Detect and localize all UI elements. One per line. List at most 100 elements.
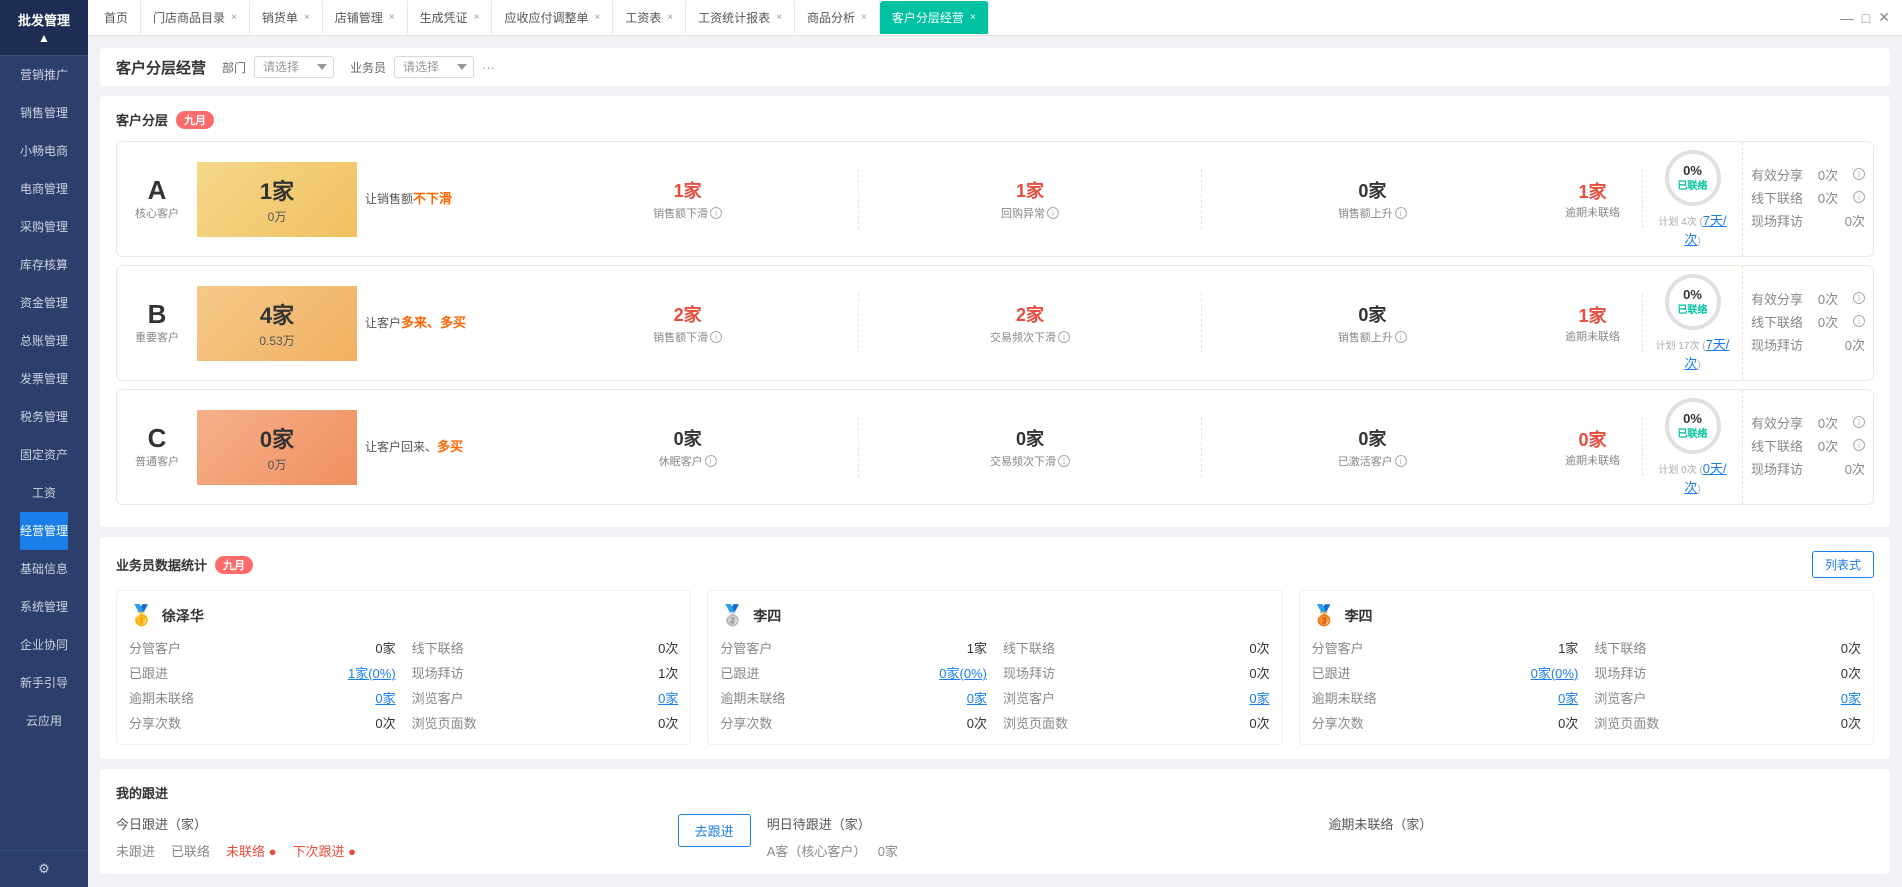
- list-view-button[interactable]: 列表式: [1812, 551, 1874, 578]
- tier-label-B: B 重要客户: [117, 285, 197, 361]
- staff-stat: 逾期未联络 0家: [720, 688, 987, 707]
- tier-circle: 0% 已联络 计划 0次 (0天/次): [1643, 390, 1743, 504]
- sidebar-item-基础信息[interactable]: 基础信息: [20, 550, 68, 588]
- sidebar-item-小畅电商[interactable]: 小畅电商: [20, 132, 68, 170]
- tier-stat: 0家 已激活客户 i: [1202, 417, 1543, 477]
- info-icon[interactable]: i: [705, 455, 717, 467]
- tab-close-店铺管理[interactable]: ×: [389, 12, 395, 23]
- tab-close-工资统计报表[interactable]: ×: [776, 12, 782, 23]
- tab-生成凭证[interactable]: 生成凭证×: [408, 1, 493, 34]
- circle-outer: 0% 已联络: [1665, 150, 1721, 206]
- more-filter-btn[interactable]: ···: [482, 60, 495, 75]
- staff-stat: 已跟进 0家(0%): [1312, 663, 1579, 682]
- tier-right-stat: 现场拜访 0次: [1751, 211, 1865, 230]
- staff-stat: 分管客户 1家: [1312, 638, 1579, 657]
- tier-stat: 0家 休眠客户 i: [517, 417, 859, 477]
- info-icon[interactable]: i: [710, 331, 722, 343]
- today-stat-1: 未跟进: [116, 841, 155, 860]
- sidebar-item-新手引导[interactable]: 新手引导: [20, 664, 68, 702]
- circle-outer: 0% 已联络: [1665, 398, 1721, 454]
- tab-首页[interactable]: 首页: [92, 1, 141, 34]
- sidebar-item-销售管理[interactable]: 销售管理: [20, 94, 68, 132]
- staff-stat: 逾期未联络 0家: [1312, 688, 1579, 707]
- tier-contact: 0家 逾期未联络: [1543, 418, 1643, 476]
- info-icon[interactable]: i: [1853, 315, 1865, 327]
- tab-close-客户分层经营[interactable]: ×: [970, 12, 976, 23]
- staff-stat: 浏览页面数 0次: [412, 713, 679, 732]
- plan-days-link[interactable]: 7天/次: [1684, 337, 1729, 371]
- sidebar-item-资金管理[interactable]: 资金管理: [20, 284, 68, 322]
- info-icon[interactable]: i: [1395, 455, 1407, 467]
- tier-contact: 1家 逾期未联络: [1543, 294, 1643, 352]
- tab-close-工资表[interactable]: ×: [667, 12, 673, 23]
- tier-stats: 1家 销售额下滑 i 1家 回购异常 i 0家 销售额上升 i: [517, 161, 1543, 237]
- staff-section-header: 业务员数据统计 九月 列表式: [116, 551, 1874, 578]
- staff-stats: 分管客户 1家 线下联络 0次 已跟进 0家(0%) 现场拜访 0次 逾期未联络…: [720, 638, 1269, 732]
- staff-stat: 线下联络 0次: [1003, 638, 1270, 657]
- sidebar-item-总账管理[interactable]: 总账管理: [20, 322, 68, 360]
- info-icon[interactable]: i: [1395, 331, 1407, 343]
- staff-stat: 分管客户 0家: [129, 638, 396, 657]
- tab-action-minimize[interactable]: —: [1840, 10, 1854, 26]
- tab-close-生成凭证[interactable]: ×: [474, 12, 480, 23]
- sidebar-item-发票管理[interactable]: 发票管理: [20, 360, 68, 398]
- tier-main-B: 4家 0.53万: [197, 286, 357, 361]
- sidebar-item-系统管理[interactable]: 系统管理: [20, 588, 68, 626]
- circle-plan: 计划 0次 (0天/次): [1651, 458, 1734, 496]
- tier-main-C: 0家 0万: [197, 410, 357, 485]
- staff-stat: 分管客户 1家: [720, 638, 987, 657]
- info-icon[interactable]: i: [1853, 439, 1865, 451]
- tier-row-C: C 普通客户 0家 0万 让客户回来、多买 0家 休眠客户 i 0家 交易频次下…: [116, 389, 1874, 505]
- info-icon[interactable]: i: [1395, 207, 1407, 219]
- sidebar-item-云应用[interactable]: 云应用: [20, 702, 68, 740]
- sidebar-item-工资[interactable]: 工资: [20, 474, 68, 512]
- tab-应收应付调整单[interactable]: 应收应付调整单×: [492, 1, 613, 34]
- sidebar-item-采购管理[interactable]: 采购管理: [20, 208, 68, 246]
- today-followup: 今日跟进（家） 未跟进 已联络 未联络 ● 下次跟进 ●: [116, 814, 662, 860]
- info-icon[interactable]: i: [1853, 191, 1865, 203]
- sidebar-item-库存核算[interactable]: 库存核算: [20, 246, 68, 284]
- overdue-followup: 逾期未联络（家）: [1328, 814, 1874, 841]
- info-icon[interactable]: i: [1853, 292, 1865, 304]
- overdue-label: 逾期未联络（家）: [1328, 814, 1874, 833]
- tab-close-门店商品目录[interactable]: ×: [231, 12, 237, 23]
- info-icon[interactable]: i: [1853, 168, 1865, 180]
- staff-select[interactable]: 请选择: [394, 56, 474, 78]
- sidebar-item-电商管理[interactable]: 电商管理: [20, 170, 68, 208]
- tab-客户分层经营[interactable]: 客户分层经营×: [880, 1, 989, 34]
- info-icon[interactable]: i: [1853, 416, 1865, 428]
- tab-close-销货单[interactable]: ×: [304, 12, 310, 23]
- staff-stat: 浏览客户 0家: [1594, 688, 1861, 707]
- tab-close-应收应付调整单[interactable]: ×: [594, 12, 600, 23]
- dept-select[interactable]: 请选择: [254, 56, 334, 78]
- tab-action-close[interactable]: ✕: [1878, 9, 1890, 26]
- sidebar-item-企业协同[interactable]: 企业协同: [20, 626, 68, 664]
- staff-section: 业务员数据统计 九月 列表式 🥇 徐泽华 分管客户 0家 线下联络 0次 已跟进…: [100, 537, 1890, 759]
- tab-工资统计报表[interactable]: 工资统计报表×: [686, 1, 795, 34]
- sidebar-settings[interactable]: ⚙: [0, 850, 88, 887]
- tab-工资表[interactable]: 工资表×: [613, 1, 686, 34]
- tab-action-maximize[interactable]: □: [1862, 10, 1870, 26]
- sidebar-item-营销推广[interactable]: 营销推广: [20, 56, 68, 94]
- plan-days-link[interactable]: 0天/次: [1684, 461, 1726, 495]
- staff-header: 🥈 李四: [720, 603, 1269, 628]
- tab-商品分析[interactable]: 商品分析×: [795, 1, 880, 34]
- sidebar-item-固定资产[interactable]: 固定资产: [20, 436, 68, 474]
- sidebar-item-经营管理[interactable]: 经营管理: [20, 512, 68, 550]
- tab-bar: 首页门店商品目录×销货单×店铺管理×生成凭证×应收应付调整单×工资表×工资统计报…: [88, 0, 1902, 36]
- followup-grid: 今日跟进（家） 未跟进 已联络 未联络 ● 下次跟进 ● 去跟进 明日待跟进（家…: [116, 814, 1874, 860]
- tomorrow-sub-label: A客（核心客户）: [767, 844, 867, 859]
- info-icon[interactable]: i: [1058, 331, 1070, 343]
- goto-followup-button[interactable]: 去跟进: [678, 814, 751, 847]
- tier-right-stat: 线下联络 0次 i: [1751, 436, 1865, 455]
- plan-days-link[interactable]: 7天/次: [1684, 213, 1726, 247]
- sidebar-item-税务管理[interactable]: 税务管理: [20, 398, 68, 436]
- info-icon[interactable]: i: [1047, 207, 1059, 219]
- info-icon[interactable]: i: [1058, 455, 1070, 467]
- info-icon[interactable]: i: [710, 207, 722, 219]
- tab-close-商品分析[interactable]: ×: [861, 12, 867, 23]
- tab-销货单[interactable]: 销货单×: [250, 1, 323, 34]
- tab-门店商品目录[interactable]: 门店商品目录×: [141, 1, 250, 34]
- tier-right-stat: 现场拜访 0次: [1751, 459, 1865, 478]
- tab-店铺管理[interactable]: 店铺管理×: [323, 1, 408, 34]
